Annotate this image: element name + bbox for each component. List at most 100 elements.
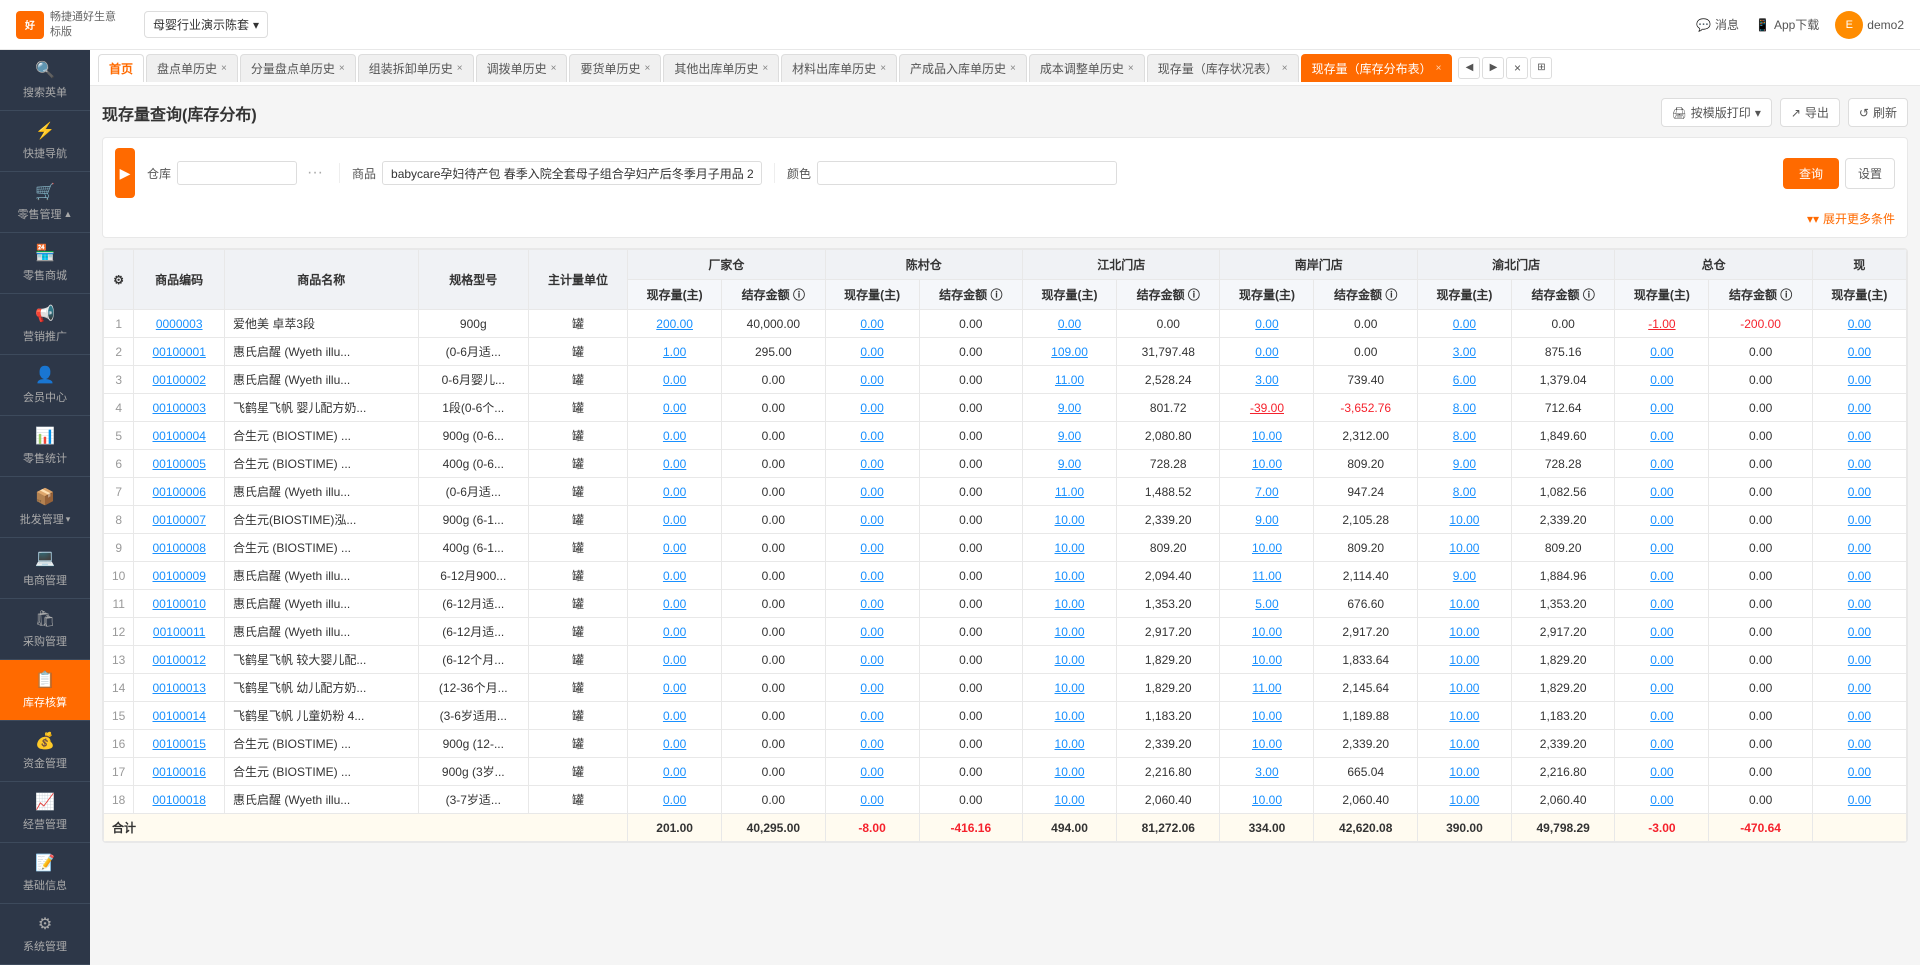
nav-close-all-btn[interactable]: × — [1506, 57, 1528, 79]
jb-qty[interactable]: 9.00 — [1023, 422, 1117, 450]
warehouse-input[interactable] — [177, 161, 297, 185]
product-code[interactable]: 00100014 — [134, 702, 225, 730]
logo[interactable]: 好 畅捷通好生意 标版 — [16, 10, 116, 39]
yb-qty[interactable]: 8.00 — [1417, 422, 1511, 450]
total-qty[interactable]: 0.00 — [1615, 786, 1709, 814]
curr-qty[interactable]: 0.00 — [1812, 562, 1906, 590]
export-btn[interactable]: ↗ 导出 — [1780, 98, 1840, 127]
yb-qty[interactable]: 10.00 — [1417, 786, 1511, 814]
cj-qty[interactable]: 0.00 — [628, 674, 722, 702]
sidebar-item-system[interactable]: ⚙ 系统管理 — [0, 904, 90, 965]
cc-qty[interactable]: 0.00 — [825, 394, 919, 422]
jb-qty[interactable]: 10.00 — [1023, 786, 1117, 814]
yb-qty[interactable]: 10.00 — [1417, 730, 1511, 758]
na-qty[interactable]: 11.00 — [1220, 674, 1314, 702]
th-settings[interactable]: ⚙ — [104, 250, 134, 310]
jb-qty[interactable]: 10.00 — [1023, 618, 1117, 646]
total-qty[interactable]: 0.00 — [1615, 674, 1709, 702]
na-qty[interactable]: 10.00 — [1220, 786, 1314, 814]
cc-qty[interactable]: 0.00 — [825, 590, 919, 618]
curr-qty[interactable]: 0.00 — [1812, 646, 1906, 674]
tab-close[interactable]: × — [1128, 63, 1134, 74]
jb-qty[interactable]: 10.00 — [1023, 730, 1117, 758]
jb-qty[interactable]: 0.00 — [1023, 310, 1117, 338]
yb-qty[interactable]: 6.00 — [1417, 366, 1511, 394]
yb-qty[interactable]: 9.00 — [1417, 450, 1511, 478]
product-code[interactable]: 00100011 — [134, 618, 225, 646]
collapse-search-btn[interactable]: ▶ — [115, 148, 135, 198]
jb-qty[interactable]: 10.00 — [1023, 506, 1117, 534]
cj-qty[interactable]: 0.00 — [628, 786, 722, 814]
product-code[interactable]: 00100018 — [134, 786, 225, 814]
curr-qty[interactable]: 0.00 — [1812, 702, 1906, 730]
cc-qty[interactable]: 0.00 — [825, 450, 919, 478]
product-code[interactable]: 00100008 — [134, 534, 225, 562]
cj-qty[interactable]: 0.00 — [628, 702, 722, 730]
product-code[interactable]: 00100009 — [134, 562, 225, 590]
tab-close[interactable]: × — [644, 63, 650, 74]
cc-qty[interactable]: 0.00 — [825, 786, 919, 814]
tab-material-out-history[interactable]: 材料出库单历史 × — [781, 54, 897, 82]
yb-qty[interactable]: 10.00 — [1417, 702, 1511, 730]
product-code[interactable]: 00100005 — [134, 450, 225, 478]
jb-qty[interactable]: 10.00 — [1023, 674, 1117, 702]
curr-qty[interactable]: 0.00 — [1812, 590, 1906, 618]
nav-next-btn[interactable]: ▶ — [1482, 57, 1504, 79]
total-qty[interactable]: 0.00 — [1615, 702, 1709, 730]
nav-expand-btn[interactable]: ⊞ — [1530, 57, 1552, 79]
yb-qty[interactable]: 8.00 — [1417, 394, 1511, 422]
color-input[interactable] — [817, 161, 1117, 185]
total-qty[interactable]: 0.00 — [1615, 366, 1709, 394]
sidebar-item-inventory[interactable]: 📋 库存核算 — [0, 660, 90, 721]
cc-qty[interactable]: 0.00 — [825, 422, 919, 450]
sidebar-item-marketing[interactable]: 📢 营销推广 — [0, 294, 90, 355]
curr-qty[interactable]: 0.00 — [1812, 786, 1906, 814]
yb-qty[interactable]: 10.00 — [1417, 758, 1511, 786]
cj-qty[interactable]: 0.00 — [628, 562, 722, 590]
product-code[interactable]: 00100006 — [134, 478, 225, 506]
sidebar-item-finance[interactable]: 💰 资金管理 — [0, 721, 90, 782]
na-qty[interactable]: -39.00 — [1220, 394, 1314, 422]
product-code[interactable]: 00100003 — [134, 394, 225, 422]
cc-qty[interactable]: 0.00 — [825, 618, 919, 646]
sidebar-item-member[interactable]: 👤 会员中心 — [0, 355, 90, 416]
yb-qty[interactable]: 8.00 — [1417, 478, 1511, 506]
curr-qty[interactable]: 0.00 — [1812, 730, 1906, 758]
yb-qty[interactable]: 0.00 — [1417, 310, 1511, 338]
jb-qty[interactable]: 9.00 — [1023, 394, 1117, 422]
curr-qty[interactable]: 0.00 — [1812, 394, 1906, 422]
product-code[interactable]: 0000003 — [134, 310, 225, 338]
sidebar-item-retail-mgmt[interactable]: 🛒 零售管理 ▲ — [0, 172, 90, 233]
product-code[interactable]: 00100010 — [134, 590, 225, 618]
tab-close[interactable]: × — [1436, 63, 1442, 74]
tab-product-in-history[interactable]: 产成品入库单历史 × — [899, 54, 1027, 82]
yb-qty[interactable]: 10.00 — [1417, 506, 1511, 534]
cj-qty[interactable]: 200.00 — [628, 310, 722, 338]
tab-partition-history[interactable]: 分量盘点单历史 × — [240, 54, 356, 82]
curr-qty[interactable]: 0.00 — [1812, 506, 1906, 534]
sidebar-item-purchase[interactable]: 🛍 采购管理 — [0, 599, 90, 660]
tab-cost-adjust-history[interactable]: 成本调整单历史 × — [1029, 54, 1145, 82]
total-qty[interactable]: 0.00 — [1615, 758, 1709, 786]
na-qty[interactable]: 10.00 — [1220, 534, 1314, 562]
tab-close[interactable]: × — [1282, 63, 1288, 74]
cc-qty[interactable]: 0.00 — [825, 478, 919, 506]
cc-qty[interactable]: 0.00 — [825, 674, 919, 702]
cj-qty[interactable]: 0.00 — [628, 422, 722, 450]
sidebar-item-basic[interactable]: 📝 基础信息 — [0, 843, 90, 904]
na-qty[interactable]: 10.00 — [1220, 422, 1314, 450]
tab-order-history[interactable]: 要货单历史 × — [569, 54, 661, 82]
expand-conditions-btn[interactable]: ▾▾ 展开更多条件 — [1807, 210, 1895, 227]
jb-qty[interactable]: 10.00 — [1023, 646, 1117, 674]
cc-qty[interactable]: 0.00 — [825, 506, 919, 534]
sidebar-item-nav[interactable]: ⚡ 快捷导航 — [0, 111, 90, 172]
cc-qty[interactable]: 0.00 — [825, 758, 919, 786]
cc-qty[interactable]: 0.00 — [825, 310, 919, 338]
yb-qty[interactable]: 10.00 — [1417, 590, 1511, 618]
product-code[interactable]: 00100013 — [134, 674, 225, 702]
curr-qty[interactable]: 0.00 — [1812, 758, 1906, 786]
jb-qty[interactable]: 109.00 — [1023, 338, 1117, 366]
total-qty[interactable]: -1.00 — [1615, 310, 1709, 338]
na-qty[interactable]: 0.00 — [1220, 310, 1314, 338]
na-qty[interactable]: 7.00 — [1220, 478, 1314, 506]
